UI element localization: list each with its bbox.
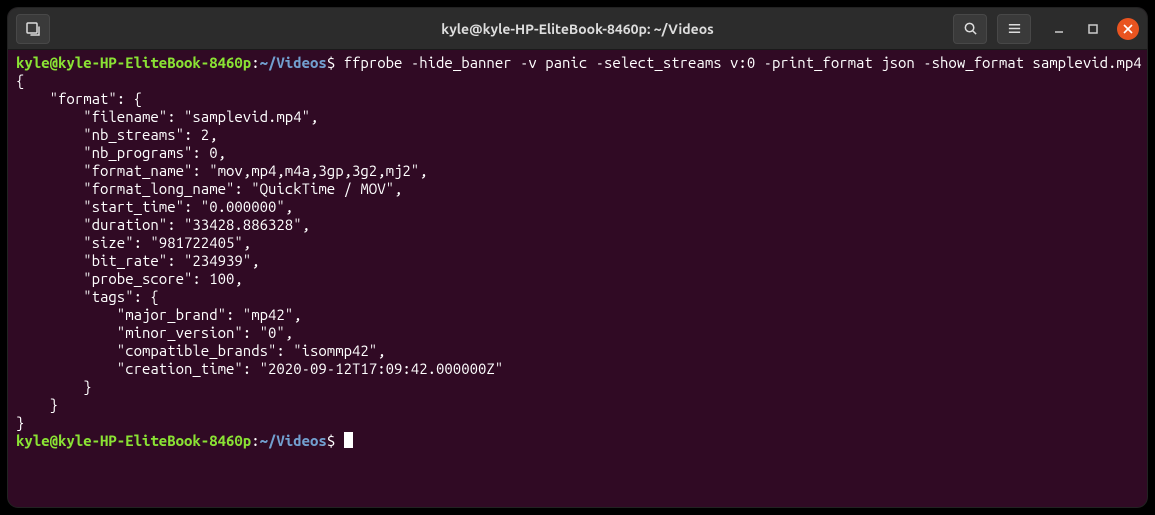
window-title: kyle@kyle-HP-EliteBook-8460p: ~/Videos (441, 21, 713, 37)
new-tab-button[interactable] (16, 14, 50, 44)
titlebar-left (16, 14, 50, 44)
titlebar-right (953, 14, 1139, 44)
close-icon (1123, 24, 1133, 34)
terminal-body[interactable]: kyle@kyle-HP-EliteBook-8460p:~/Videos$ f… (8, 50, 1147, 507)
search-icon (963, 21, 978, 36)
cursor (344, 432, 353, 448)
maximize-icon (1087, 23, 1099, 35)
menu-button[interactable] (997, 14, 1031, 44)
search-button[interactable] (953, 14, 987, 44)
close-button[interactable] (1117, 18, 1139, 40)
prompt-dollar-2: $ (327, 432, 335, 449)
prompt-user-host-2: kyle@kyle-HP-EliteBook-8460p (16, 432, 251, 449)
prompt-colon-2: : (251, 432, 259, 449)
command-text: ffprobe -hide_banner -v panic -select_st… (344, 54, 1142, 71)
new-tab-icon (25, 21, 41, 37)
command-output: { "format": { "filename": "samplevid.mp4… (16, 72, 503, 431)
titlebar: kyle@kyle-HP-EliteBook-8460p: ~/Videos (8, 8, 1147, 50)
maximize-button[interactable] (1083, 19, 1103, 39)
prompt-user-host: kyle@kyle-HP-EliteBook-8460p (16, 54, 251, 71)
terminal-window: kyle@kyle-HP-EliteBook-8460p: ~/Videos (8, 8, 1147, 507)
prompt-dollar: $ (327, 54, 335, 71)
prompt-path-2: ~/Videos (260, 432, 327, 449)
prompt-colon: : (251, 54, 259, 71)
prompt-path: ~/Videos (260, 54, 327, 71)
hamburger-icon (1007, 21, 1022, 36)
window-controls (1049, 18, 1139, 40)
minimize-button[interactable] (1049, 19, 1069, 39)
minimize-icon (1053, 23, 1065, 35)
